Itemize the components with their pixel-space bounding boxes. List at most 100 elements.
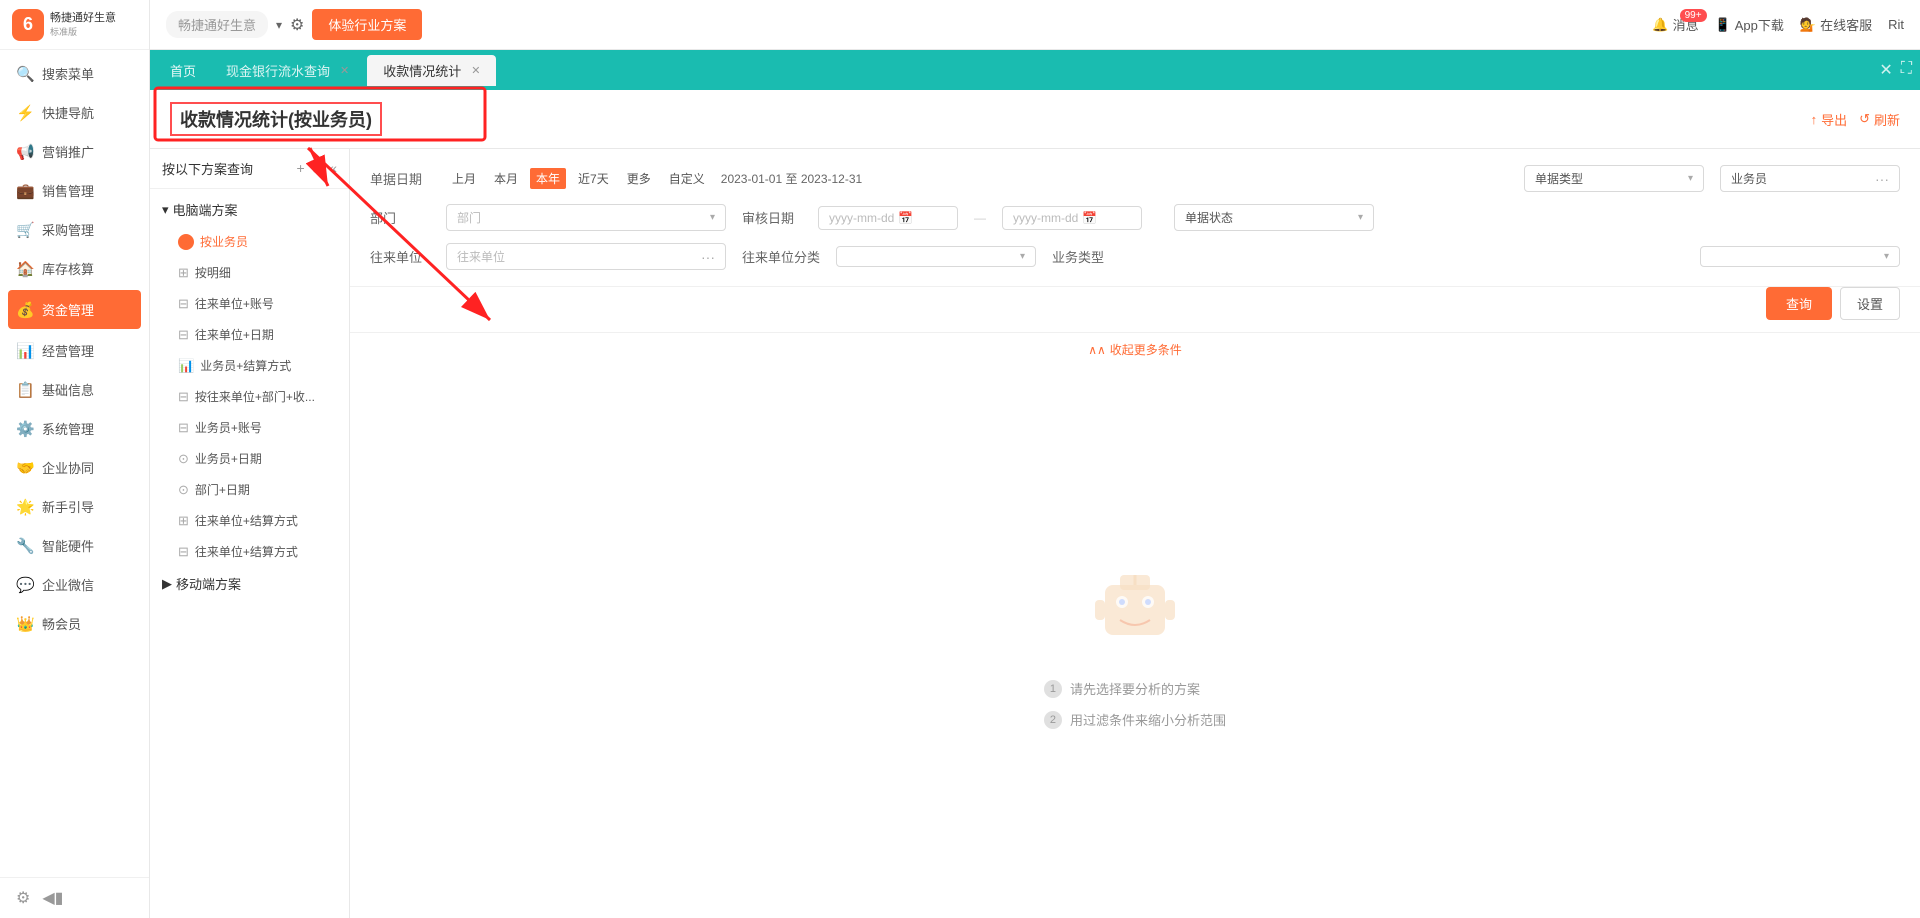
tab-cash-flow[interactable]: 现金银行流水查询 ✕ xyxy=(210,55,365,86)
logo-icon: 6 xyxy=(12,9,44,41)
export-icon: ↑ xyxy=(1811,112,1818,127)
sidebar-item-system[interactable]: ⚙️ 系统管理 xyxy=(0,409,149,448)
tree-item-staff-account[interactable]: ⊟ 业务员+账号 xyxy=(150,412,349,443)
date-dash: — xyxy=(974,211,986,225)
date-tab-7days[interactable]: 近7天 xyxy=(572,168,615,189)
doc-type-select[interactable]: 单据类型 ▾ xyxy=(1524,165,1704,192)
tab-collection-stats[interactable]: 收款情况统计 ✕ xyxy=(367,55,496,86)
review-date-end[interactable]: yyyy-mm-dd 📅 xyxy=(1002,206,1142,230)
settings-button[interactable]: 设置 xyxy=(1840,287,1900,320)
header-left: 畅捷通好生意 ▾ ⚙ 体验行业方案 xyxy=(166,9,422,40)
partner-category-select[interactable]: ▾ xyxy=(836,246,1036,267)
sidebar-item-member[interactable]: 👑 畅会员 xyxy=(0,604,149,643)
sidebar-item-search[interactable]: 🔍 搜索菜单 xyxy=(0,54,149,93)
tree-item-partner-dept-icon: ⊟ xyxy=(178,389,189,405)
sidebar-item-enterprise[interactable]: 🤝 企业协同 xyxy=(0,448,149,487)
collapse-bar[interactable]: ∧∧ 收起更多条件 xyxy=(350,332,1920,366)
tab-cash-flow-close[interactable]: ✕ xyxy=(340,64,349,77)
online-service-label: 在线客服 xyxy=(1820,15,1872,34)
sidebar-item-wechat[interactable]: 💬 企业微信 xyxy=(0,565,149,604)
filter-actions: 查询 设置 xyxy=(350,287,1920,332)
partner-more-icon[interactable]: ··· xyxy=(701,249,715,265)
partner-select[interactable]: 往来单位 ··· xyxy=(446,243,726,270)
staff-more-icon[interactable]: ··· xyxy=(1875,171,1889,187)
trial-button[interactable]: 体验行业方案 xyxy=(312,9,422,40)
sidebar-item-guide[interactable]: 🌟 新手引导 xyxy=(0,487,149,526)
tree-item-partner-settle1[interactable]: ⊞ 往来单位+结算方式 xyxy=(150,505,349,536)
business-type-label: 业务类型 xyxy=(1052,247,1112,266)
sidebar-item-finance[interactable]: 💰 资金管理 xyxy=(8,290,141,329)
tree-item-detail-label: 按明细 xyxy=(195,264,231,281)
scheme-settings-icon[interactable]: ⚙ xyxy=(311,160,324,177)
review-date-end-text: yyyy-mm-dd xyxy=(1013,211,1078,225)
app-download-button[interactable]: 📱 App下载 xyxy=(1715,15,1784,34)
tree-group-mobile-header[interactable]: ▶ 移动端方案 xyxy=(150,567,349,600)
tree-item-partner-settle2[interactable]: ⊟ 往来单位+结算方式 xyxy=(150,536,349,567)
step-1-num: 1 xyxy=(1044,680,1062,698)
tree-item-partner-account[interactable]: ⊟ 往来单位+账号 xyxy=(150,288,349,319)
settings-bottom-icon[interactable]: ⚙ xyxy=(16,888,30,908)
date-tab-this-month[interactable]: 本月 xyxy=(488,168,524,189)
doc-status-caret-icon: ▾ xyxy=(1358,212,1363,223)
sidebar-item-inventory[interactable]: 🏠 库存核算 xyxy=(0,249,149,288)
tree-item-detail[interactable]: ⊞ 按明细 xyxy=(150,257,349,288)
business-type-caret: ▾ xyxy=(1884,251,1889,262)
calendar-start-icon[interactable]: 📅 xyxy=(898,211,913,225)
finance-icon: 💰 xyxy=(16,301,34,319)
tree-item-staff-date[interactable]: ⊙ 业务员+日期 xyxy=(150,443,349,474)
scheme-collapse-icon[interactable]: « xyxy=(329,160,337,177)
dept-select[interactable]: 部门 ▾ xyxy=(446,204,726,231)
staff-select[interactable]: 业务员 ··· xyxy=(1720,165,1900,192)
date-tab-last-month[interactable]: 上月 xyxy=(446,168,482,189)
query-button[interactable]: 查询 xyxy=(1766,287,1832,320)
tree-item-staff-settle[interactable]: 📊 业务员+结算方式 xyxy=(150,350,349,381)
collapse-sidebar-icon[interactable]: ◀▮ xyxy=(42,888,63,908)
empty-steps: 1 请先选择要分析的方案 2 用过滤条件来缩小分析范围 xyxy=(1044,679,1226,729)
doc-status-select[interactable]: 单据状态 ▾ xyxy=(1174,204,1374,231)
date-tab-this-year[interactable]: 本年 xyxy=(530,168,566,189)
logo-area: 6 畅捷通好生意 标准版 xyxy=(0,0,149,50)
sidebar-item-sales[interactable]: 💼 销售管理 xyxy=(0,171,149,210)
header-gear-icon[interactable]: ⚙ xyxy=(290,15,304,35)
tab-close-all-icon[interactable]: ✕ xyxy=(1879,60,1892,80)
tree-item-partner-dept[interactable]: ⊟ 按往来单位+部门+收... xyxy=(150,381,349,412)
tree-item-staff-date-label: 业务员+日期 xyxy=(195,450,262,467)
date-tab-custom[interactable]: 自定义 xyxy=(663,168,711,189)
scheme-add-icon[interactable]: + xyxy=(296,160,304,177)
tab-collection-stats-close[interactable]: ✕ xyxy=(471,64,480,77)
export-button[interactable]: ↑ 导出 xyxy=(1811,110,1848,129)
tab-home[interactable]: 首页 xyxy=(158,55,208,86)
sidebar-item-base[interactable]: 📋 基础信息 xyxy=(0,370,149,409)
refresh-button[interactable]: ↺ 刷新 xyxy=(1859,110,1900,129)
calendar-end-icon[interactable]: 📅 xyxy=(1082,211,1097,225)
export-label: 导出 xyxy=(1821,110,1847,129)
sidebar-item-purchase[interactable]: 🛒 采购管理 xyxy=(0,210,149,249)
tree-item-by-staff-label: 按业务员 xyxy=(200,233,248,250)
sidebar-item-operation[interactable]: 📊 经营管理 xyxy=(0,331,149,370)
date-tab-more[interactable]: 更多 xyxy=(621,168,657,189)
sidebar-item-hardware[interactable]: 🔧 智能硬件 xyxy=(0,526,149,565)
header-right: 🔔 消息 99+ 📱 App下载 💁 在线客服 Rit xyxy=(1652,15,1904,34)
sidebar: 6 畅捷通好生意 标准版 🔍 搜索菜单 ⚡ 快捷导航 📢 营销推广 💼 销售管理… xyxy=(0,0,150,918)
tree-item-dept-date[interactable]: ⊙ 部门+日期 xyxy=(150,474,349,505)
partner-placeholder: 往来单位 xyxy=(457,248,505,265)
online-service-button[interactable]: 💁 在线客服 xyxy=(1800,15,1872,34)
tree-item-by-staff[interactable]: ⊙ 按业务员 xyxy=(150,226,349,257)
review-date-start[interactable]: yyyy-mm-dd 📅 xyxy=(818,206,958,230)
tree-item-staff-settle-label: 业务员+结算方式 xyxy=(200,357,291,374)
partner-label: 往来单位 xyxy=(370,247,430,266)
sidebar-item-quicknav[interactable]: ⚡ 快捷导航 xyxy=(0,93,149,132)
tree-item-partner-date[interactable]: ⊟ 往来单位+日期 xyxy=(150,319,349,350)
notification-icon: 🔔 xyxy=(1652,17,1668,33)
tree-group-desktop-header[interactable]: ▾ 电脑端方案 xyxy=(150,193,349,226)
purchase-icon: 🛒 xyxy=(16,221,34,239)
notification-button[interactable]: 🔔 消息 99+ xyxy=(1652,15,1698,34)
business-type-select[interactable]: ▾ xyxy=(1700,246,1900,267)
sidebar-item-marketing[interactable]: 📢 营销推广 xyxy=(0,132,149,171)
sidebar-item-search-label: 搜索菜单 xyxy=(42,64,94,83)
tab-maximize-icon[interactable]: ⛶ xyxy=(1901,60,1912,80)
user-label[interactable]: Rit xyxy=(1888,17,1904,32)
header-dropdown-icon[interactable]: ▾ xyxy=(276,18,282,32)
tree-item-staff-settle-icon: 📊 xyxy=(178,358,194,374)
tree-item-partner-date-icon: ⊟ xyxy=(178,327,189,343)
